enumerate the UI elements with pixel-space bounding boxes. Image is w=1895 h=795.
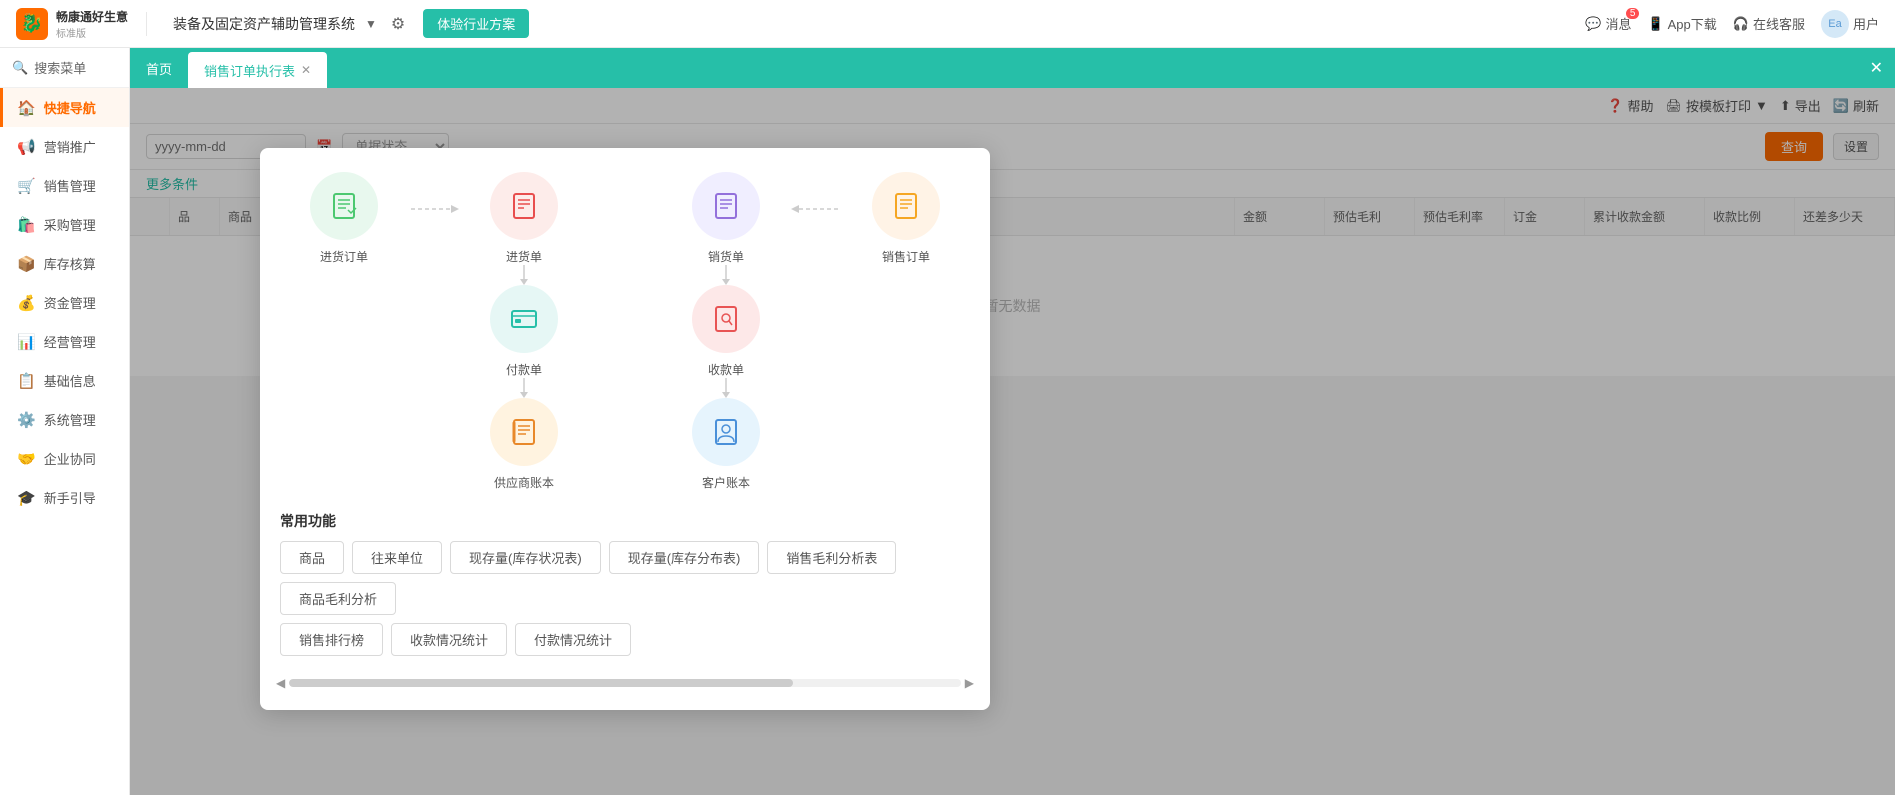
message-btn[interactable]: 💬 消息 5 [1585, 14, 1631, 33]
arrow-down-receipt [666, 378, 786, 398]
func-btn-payment-stats[interactable]: 付款情况统计 [515, 623, 631, 656]
flow-node-sales-order[interactable]: 销售订单 [846, 172, 966, 265]
func-btn-sales-margin-analysis[interactable]: 销售毛利分析表 [767, 541, 896, 574]
flow-node-purchase-bill[interactable]: 进货单 [464, 172, 584, 265]
logo-text: 畅康通好生意 标准版 [56, 8, 128, 40]
payment-icon [490, 285, 558, 353]
try-btn[interactable]: 体验行业方案 [423, 9, 529, 38]
scroll-right-btn[interactable]: ▶ [965, 676, 974, 690]
sidebar-item-operation[interactable]: 📊 经营管理 [0, 322, 129, 361]
flow-row-2-arrows [284, 265, 966, 285]
sidebar-item-finance[interactable]: 💰 资金管理 [0, 283, 129, 322]
flow-node-supplier-ledger[interactable]: 供应商账本 [464, 398, 584, 491]
scroll-bar-track[interactable] [289, 679, 961, 687]
system-title: 装备及固定资产辅助管理系统 [173, 14, 355, 34]
operation-icon: 📊 [17, 333, 36, 351]
logo-icon: 🐉 [16, 8, 48, 40]
service-btn[interactable]: 🎧 在线客服 [1733, 14, 1805, 33]
common-funcs: 常用功能 商品 往来单位 现存量(库存状况表) 现存量(库存分布表) 销售毛利分… [260, 511, 990, 672]
scroll-left-btn[interactable]: ◀ [276, 676, 285, 690]
func-buttons-row1: 商品 往来单位 现存量(库存状况表) 现存量(库存分布表) 销售毛利分析表 商品… [280, 541, 970, 615]
receipt-icon [692, 285, 760, 353]
system-icon: ⚙️ [17, 411, 36, 429]
arrow-down-sales [666, 265, 786, 285]
sidebar-item-beginner[interactable]: 🎓 新手引导 [0, 478, 129, 517]
sidebar-item-system[interactable]: ⚙️ 系统管理 [0, 400, 129, 439]
phone-icon: 📱 [1647, 16, 1663, 32]
search-menu-btn[interactable]: 🔍 搜索菜单 [0, 48, 129, 88]
func-btn-stock-dist[interactable]: 现存量(库存分布表) [609, 541, 760, 574]
arrow-down-payment [464, 378, 584, 398]
sidebar-item-quick-nav[interactable]: 🏠 快捷导航 [0, 88, 129, 127]
purchase-icon: 🛍️ [17, 216, 36, 234]
divider [146, 12, 147, 36]
top-bar: 🐉 畅康通好生意 标准版 装备及固定资产辅助管理系统 ▼ ⚙ 体验行业方案 💬 … [0, 0, 1895, 48]
flow-node-purchase-order[interactable]: 进货订单 [284, 172, 404, 265]
tab-home[interactable]: 首页 [130, 48, 188, 88]
common-funcs-title: 常用功能 [280, 511, 970, 531]
scroll-bar-thumb [289, 679, 793, 687]
top-bar-right: 💬 消息 5 📱 App下载 🎧 在线客服 Ea 用户 [1585, 10, 1879, 38]
func-btn-contacts[interactable]: 往来单位 [352, 541, 442, 574]
purchase-order-icon [310, 172, 378, 240]
flow-row-1: 进货订单 [284, 172, 966, 265]
inventory-icon: 📦 [17, 255, 36, 273]
sidebar-item-purchase[interactable]: 🛍️ 采购管理 [0, 205, 129, 244]
sidebar: 🔍 搜索菜单 🏠 快捷导航 📢 营销推广 🛒 销售管理 🛍️ 采购管理 📦 [0, 48, 130, 795]
search-icon: 🔍 [12, 60, 28, 76]
flow-modal: 进货订单 [260, 148, 990, 710]
func-btn-product[interactable]: 商品 [280, 541, 344, 574]
func-btn-sales-ranking[interactable]: 销售排行榜 [280, 623, 383, 656]
func-btn-product-margin[interactable]: 商品毛利分析 [280, 582, 396, 615]
flow-node-sales-bill[interactable]: 销货单 [666, 172, 786, 265]
sales-order-icon [872, 172, 940, 240]
basic-info-icon: 📋 [17, 372, 36, 390]
avatar: Ea [1821, 10, 1849, 38]
headset-icon: 🎧 [1733, 16, 1749, 32]
flow-node-receipt[interactable]: 收款单 [666, 285, 786, 378]
arrow-2 [786, 201, 846, 237]
flow-row-5: 供应商账本 客户账本 [284, 398, 966, 491]
message-badge: 5 [1626, 8, 1640, 19]
app-download-btn[interactable]: 📱 App下载 [1647, 14, 1716, 33]
beginner-icon: 🎓 [17, 489, 36, 507]
customer-ledger-icon [692, 398, 760, 466]
system-dropdown-icon[interactable]: ▼ [365, 17, 377, 31]
func-btn-collection-stats[interactable]: 收款情况统计 [391, 623, 507, 656]
sidebar-item-marketing[interactable]: 📢 营销推广 [0, 127, 129, 166]
sidebar-item-sales[interactable]: 🛒 销售管理 [0, 166, 129, 205]
tab-close-btn[interactable]: ✕ [301, 63, 311, 77]
marketing-icon: 📢 [17, 138, 36, 156]
purchase-bill-icon [490, 172, 558, 240]
sidebar-item-basic-info[interactable]: 📋 基础信息 [0, 361, 129, 400]
flow-row-3: 付款单 收款单 [284, 285, 966, 378]
message-icon: 💬 [1585, 16, 1601, 32]
arrow-down-purchase [464, 265, 584, 285]
flow-node-payment[interactable]: 付款单 [464, 285, 584, 378]
tab-bar: 首页 销售订单执行表 ✕ ✕ [130, 48, 1895, 88]
gear-icon[interactable]: ⚙ [391, 14, 405, 34]
supplier-ledger-icon [490, 398, 558, 466]
finance-icon: 💰 [17, 294, 36, 312]
content-body: ❓ 帮助 🖨 按模板打印 ▼ ⬆ 导出 🔄 刷新 [130, 88, 1895, 795]
sidebar-item-enterprise[interactable]: 🤝 企业协同 [0, 439, 129, 478]
tab-sales-order[interactable]: 销售订单执行表 ✕ [188, 52, 327, 88]
quick-nav-icon: 🏠 [17, 99, 36, 117]
logo-area: 🐉 畅康通好生意 标准版 [16, 8, 128, 40]
func-buttons-row2: 销售排行榜 收款情况统计 付款情况统计 [280, 623, 970, 656]
modal-scroll-area: ◀ ▶ [260, 672, 990, 694]
arrow-1 [404, 201, 464, 237]
func-btn-stock-status[interactable]: 现存量(库存状况表) [450, 541, 601, 574]
enterprise-icon: 🤝 [17, 450, 36, 468]
sales-icon: 🛒 [17, 177, 36, 195]
flow-diagram: 进货订单 [260, 148, 990, 511]
close-all-tabs-btn[interactable]: ✕ [1870, 58, 1883, 78]
flow-node-customer-ledger[interactable]: 客户账本 [666, 398, 786, 491]
modal-overlay[interactable]: 进货订单 [130, 88, 1895, 795]
flow-row-4-arrows [284, 378, 966, 398]
sales-bill-icon [692, 172, 760, 240]
sidebar-item-inventory[interactable]: 📦 库存核算 [0, 244, 129, 283]
user-area[interactable]: Ea 用户 [1821, 10, 1879, 38]
